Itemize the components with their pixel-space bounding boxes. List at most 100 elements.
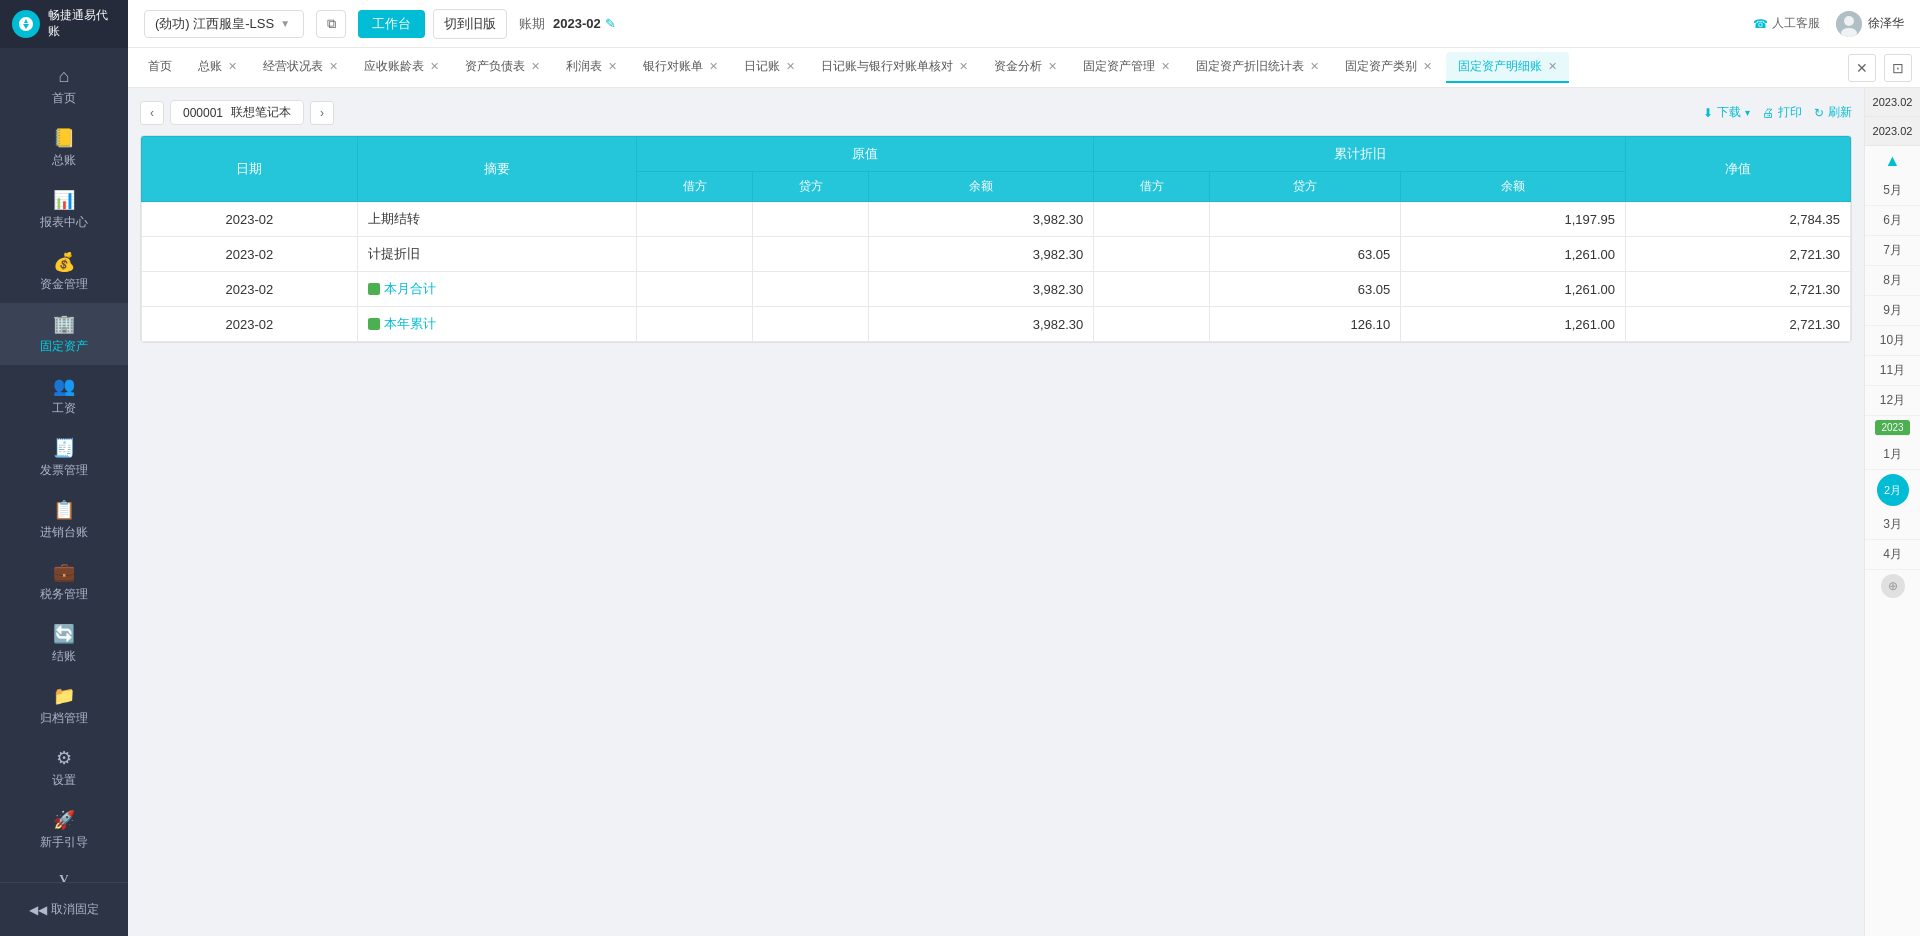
month-11[interactable]: 11月	[1865, 356, 1920, 386]
month-2023-2[interactable]: 2月	[1877, 474, 1909, 506]
purchase-sales-icon: 📋	[53, 499, 75, 521]
print-label: 打印	[1778, 104, 1802, 121]
tab-business[interactable]: 经营状况表 ✕	[251, 52, 350, 83]
sidebar-item-reports[interactable]: 📊 报表中心	[0, 179, 128, 241]
sidebar-item-archive[interactable]: 📁 归档管理	[0, 675, 128, 737]
tab-depreciation-stats[interactable]: 固定资产折旧统计表 ✕	[1184, 52, 1331, 83]
sidebar-item-tax[interactable]: 💼 税务管理	[0, 551, 128, 613]
sidebar: 畅捷通易代账 ⌂ 首页 📒 总账 📊 报表中心 💰 资金管理 🏢 固定资产 👥 …	[0, 0, 128, 936]
date-panel-scroll-indicator[interactable]: ⊕	[1881, 574, 1905, 598]
expand-tabs-button[interactable]: ⊡	[1884, 54, 1912, 82]
sidebar-item-purchase-sales[interactable]: 📋 进销台账	[0, 489, 128, 551]
main-area: (劲功) 江西服皇-LSS ▼ ⧉ 工作台 切到旧版 账期 2023-02 ✎ …	[128, 0, 1920, 936]
reports-icon: 📊	[53, 189, 75, 211]
cell-accum-credit-2: 63.05	[1210, 237, 1401, 272]
tab-home[interactable]: 首页	[136, 52, 184, 83]
asset-next-button[interactable]: ›	[310, 101, 334, 125]
asset-prev-button[interactable]: ‹	[140, 101, 164, 125]
asset-tag[interactable]: 000001 联想笔记本	[170, 100, 304, 125]
tab-journal[interactable]: 日记账 ✕	[732, 52, 807, 83]
tab-journal-close[interactable]: ✕	[786, 60, 795, 73]
refresh-button[interactable]: ↻ 刷新	[1814, 104, 1852, 121]
content-area: ‹ 000001 联想笔记本 › ⬇ 下载 ▾ 🖨 打印	[128, 88, 1920, 936]
sidebar-item-funds[interactable]: 💰 资金管理	[0, 241, 128, 303]
cell-net-value-2: 2,721.30	[1626, 237, 1851, 272]
print-button[interactable]: 🖨 打印	[1762, 104, 1802, 121]
user-menu[interactable]: 徐泽华	[1836, 11, 1904, 37]
tab-dep-stats-close[interactable]: ✕	[1310, 60, 1319, 73]
tab-profit-close[interactable]: ✕	[608, 60, 617, 73]
tab-bank-statement[interactable]: 银行对账单 ✕	[631, 52, 730, 83]
sidebar-item-salary[interactable]: 👥 工资	[0, 365, 128, 427]
month-2023-4[interactable]: 4月	[1865, 540, 1920, 570]
tab-ledger-close[interactable]: ✕	[228, 60, 237, 73]
tab-business-close[interactable]: ✕	[329, 60, 338, 73]
cell-accum-credit-1	[1210, 202, 1401, 237]
workspace-button[interactable]: 工作台	[358, 10, 425, 38]
tab-ledger[interactable]: 总账 ✕	[186, 52, 249, 83]
month-6[interactable]: 6月	[1865, 206, 1920, 236]
month-2023-3[interactable]: 3月	[1865, 510, 1920, 540]
month-2023-1[interactable]: 1月	[1865, 440, 1920, 470]
sidebar-item-home[interactable]: ⌂ 首页	[0, 56, 128, 117]
unpin-button[interactable]: ◀◀ 取消固定	[0, 893, 128, 926]
service-icon: ☎	[1753, 17, 1768, 31]
sidebar-item-fixed-assets[interactable]: 🏢 固定资产	[0, 303, 128, 365]
download-button[interactable]: ⬇ 下载 ▾	[1703, 104, 1750, 121]
asset-nav: ‹ 000001 联想笔记本 › ⬇ 下载 ▾ 🖨 打印	[140, 100, 1852, 125]
month-9[interactable]: 9月	[1865, 296, 1920, 326]
tabbar: 首页 总账 ✕ 经营状况表 ✕ 应收账龄表 ✕ 资产负债表 ✕ 利润表 ✕ 银行…	[128, 48, 1920, 88]
cell-accum-balance-4: 1,261.00	[1401, 307, 1626, 342]
tab-asset-category[interactable]: 固定资产类别 ✕	[1333, 52, 1444, 83]
tab-asset-detail[interactable]: 固定资产明细账 ✕	[1446, 52, 1569, 83]
copy-company-button[interactable]: ⧉	[316, 10, 346, 38]
tab-journal-bank[interactable]: 日记账与银行对账单核对 ✕	[809, 52, 980, 83]
cell-orig-balance-1: 3,982.30	[869, 202, 1094, 237]
sidebar-item-invoice[interactable]: 🧾 发票管理	[0, 427, 128, 489]
tab-profit[interactable]: 利润表 ✕	[554, 52, 629, 83]
user-name: 徐泽华	[1868, 15, 1904, 32]
date-panel-up-arrow[interactable]: ▲	[1865, 146, 1920, 176]
tab-balance-close[interactable]: ✕	[531, 60, 540, 73]
cell-summary-1: 上期结转	[357, 202, 636, 237]
tab-fund-close[interactable]: ✕	[1048, 60, 1057, 73]
tab-asset-mgmt[interactable]: 固定资产管理 ✕	[1071, 52, 1182, 83]
sidebar-item-ledger[interactable]: 📒 总账	[0, 117, 128, 179]
sidebar-bottom: ◀◀ 取消固定	[0, 882, 128, 936]
sidebar-item-member[interactable]: V 畅会员	[0, 861, 128, 882]
cell-summary-4: 本年累计	[357, 307, 636, 342]
sidebar-label-home: 首页	[52, 90, 76, 107]
tab-balance-sheet[interactable]: 资产负债表 ✕	[453, 52, 552, 83]
month-7[interactable]: 7月	[1865, 236, 1920, 266]
cell-accum-balance-2: 1,261.00	[1401, 237, 1626, 272]
month-5[interactable]: 5月	[1865, 176, 1920, 206]
tab-asset-mgmt-label: 固定资产管理	[1083, 58, 1155, 75]
tab-journal-bank-close[interactable]: ✕	[959, 60, 968, 73]
col-orig-credit: 贷方	[753, 172, 869, 202]
tab-asset-cat-close[interactable]: ✕	[1423, 60, 1432, 73]
switch-old-button[interactable]: 切到旧版	[433, 9, 507, 39]
table-row: 2023-02 本月合计 3,982.30 63.0	[142, 272, 1851, 307]
sidebar-item-guide[interactable]: 🚀 新手引导	[0, 799, 128, 861]
month-8[interactable]: 8月	[1865, 266, 1920, 296]
asset-detail-table: 日期 摘要 原值 累计折旧 净值 借方 贷方 余额 借方 贷方 余额	[141, 136, 1851, 342]
close-all-tabs-button[interactable]: ✕	[1848, 54, 1876, 82]
customer-service-button[interactable]: ☎ 人工客服	[1753, 15, 1820, 32]
tab-fund-analysis[interactable]: 资金分析 ✕	[982, 52, 1069, 83]
asset-code: 000001	[183, 106, 223, 120]
tab-receivable-close[interactable]: ✕	[430, 60, 439, 73]
tab-asset-detail-close[interactable]: ✕	[1548, 60, 1557, 73]
company-selector[interactable]: (劲功) 江西服皇-LSS ▼	[144, 10, 304, 38]
sidebar-item-settings[interactable]: ⚙ 设置	[0, 737, 128, 799]
tab-bank-close[interactable]: ✕	[709, 60, 718, 73]
month-12[interactable]: 12月	[1865, 386, 1920, 416]
month-10[interactable]: 10月	[1865, 326, 1920, 356]
tab-receivable[interactable]: 应收账龄表 ✕	[352, 52, 451, 83]
date-panel-header-2: 2023.02	[1865, 117, 1920, 146]
sidebar-item-settlement[interactable]: 🔄 结账	[0, 613, 128, 675]
cell-accum-debit-4	[1094, 307, 1210, 342]
year-badge[interactable]: 2023	[1875, 420, 1909, 436]
tab-asset-mgmt-close[interactable]: ✕	[1161, 60, 1170, 73]
period-edit-icon[interactable]: ✎	[605, 16, 616, 31]
col-orig-debit: 借方	[637, 172, 753, 202]
